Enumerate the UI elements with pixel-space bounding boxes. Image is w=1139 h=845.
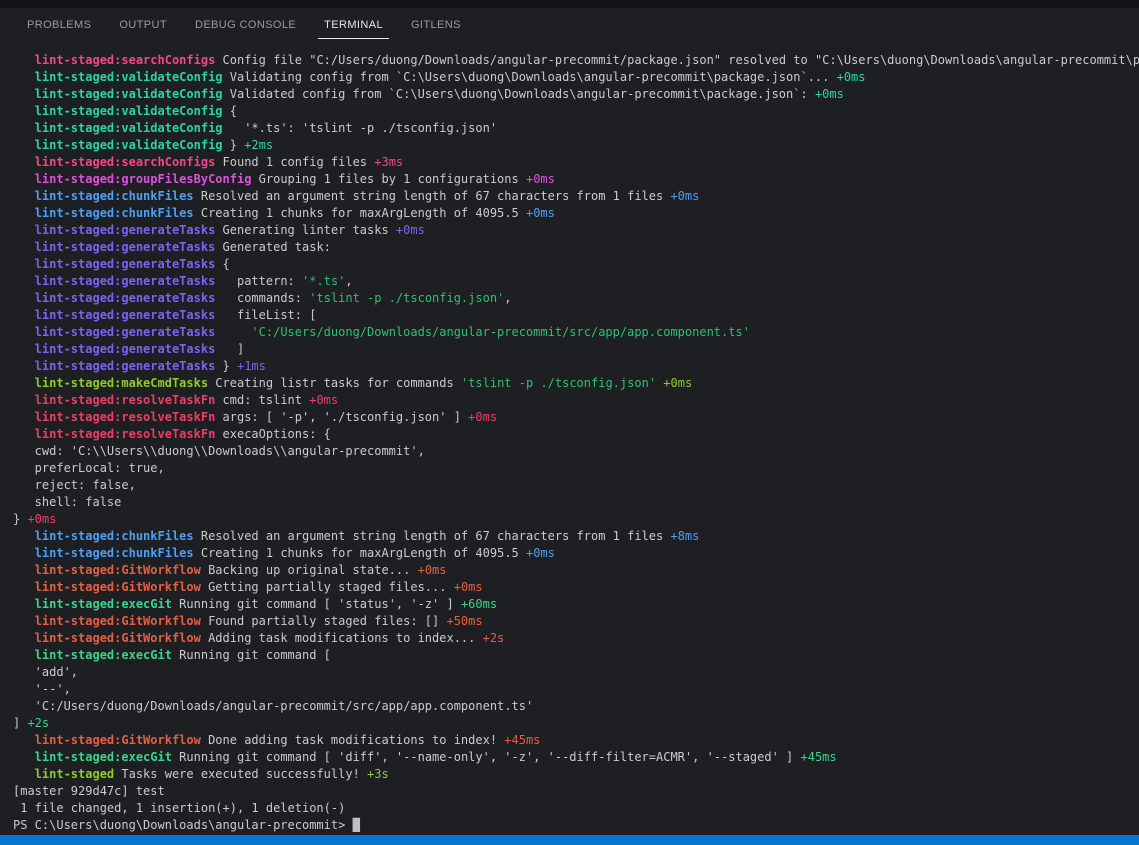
terminal-line: preferLocal: true, <box>13 461 165 475</box>
terminal-line: lint-staged:searchConfigs Found 1 config… <box>13 155 404 169</box>
terminal-line: 1 file changed, 1 insertion(+), 1 deleti… <box>13 801 346 815</box>
terminal-line: lint-staged:searchConfigs Config file "C… <box>13 53 1139 67</box>
terminal-line: PS C:\Users\duong\Downloads\angular-prec… <box>13 818 360 832</box>
terminal-line: lint-staged:validateConfig Validating co… <box>13 70 866 84</box>
terminal-line: lint-staged:generateTasks pattern: '*.ts… <box>13 274 353 288</box>
terminal-line: lint-staged:GitWorkflow Getting partiall… <box>13 580 483 594</box>
terminal-line: lint-staged:validateConfig '*.ts': 'tsli… <box>13 121 498 135</box>
terminal-line: lint-staged:generateTasks commands: 'tsl… <box>13 291 512 305</box>
terminal-line: lint-staged:generateTasks } +1ms <box>13 359 266 373</box>
tab-gitlens[interactable]: GITLENS <box>405 8 467 39</box>
terminal-line: lint-staged:resolveTaskFn cmd: tslint +0… <box>13 393 339 407</box>
terminal-line: lint-staged:GitWorkflow Backing up origi… <box>13 563 447 577</box>
terminal-line: [master 929d47c] test <box>13 784 165 798</box>
terminal-line: lint-staged:validateConfig { <box>13 104 237 118</box>
terminal-cursor: █ <box>352 818 360 832</box>
terminal-line: 'C:/Users/duong/Downloads/angular-precom… <box>13 699 534 713</box>
panel-tab-bar: PROBLEMS OUTPUT DEBUG CONSOLE TERMINAL G… <box>0 8 1139 44</box>
terminal-line: '--', <box>13 682 71 696</box>
terminal-line: 'add', <box>13 665 79 679</box>
terminal-line: lint-staged:GitWorkflow Found partially … <box>13 614 483 628</box>
terminal-line: lint-staged:generateTasks fileList: [ <box>13 308 317 322</box>
panel-top-border <box>0 0 1139 8</box>
terminal-line: lint-staged:chunkFiles Creating 1 chunks… <box>13 206 555 220</box>
terminal-line: lint-staged:generateTasks { <box>13 257 230 271</box>
terminal-line: reject: false, <box>13 478 136 492</box>
terminal-line: cwd: 'C:\\Users\\duong\\Downloads\\angul… <box>13 444 425 458</box>
terminal-line: lint-staged Tasks were executed successf… <box>13 767 389 781</box>
terminal-line: lint-staged:generateTasks 'C:/Users/duon… <box>13 325 750 339</box>
tab-debug-console[interactable]: DEBUG CONSOLE <box>189 8 302 39</box>
terminal-line: lint-staged:validateConfig } +2ms <box>13 138 274 152</box>
terminal-line: lint-staged:chunkFiles Creating 1 chunks… <box>13 546 555 560</box>
tab-problems[interactable]: PROBLEMS <box>21 8 97 39</box>
terminal-line: lint-staged:generateTasks Generated task… <box>13 240 331 254</box>
terminal-line: shell: false <box>13 495 122 509</box>
status-bar <box>0 835 1139 845</box>
terminal-line: lint-staged:validateConfig Validated con… <box>13 87 844 101</box>
terminal-line: lint-staged:GitWorkflow Done adding task… <box>13 733 541 747</box>
terminal-line: lint-staged:generateTasks ] <box>13 342 245 356</box>
terminal-line: lint-staged:resolveTaskFn execaOptions: … <box>13 427 331 441</box>
terminal-line: lint-staged:execGit Running git command … <box>13 648 331 662</box>
terminal-line: ] +2s <box>13 716 50 730</box>
terminal-line: } +0ms <box>13 512 57 526</box>
terminal-line: lint-staged:resolveTaskFn args: [ '-p', … <box>13 410 498 424</box>
terminal-line: lint-staged:chunkFiles Resolved an argum… <box>13 189 700 203</box>
tab-terminal[interactable]: TERMINAL <box>318 8 389 39</box>
terminal-line: lint-staged:chunkFiles Resolved an argum… <box>13 529 700 543</box>
terminal-line: lint-staged:generateTasks Generating lin… <box>13 223 425 237</box>
terminal-line: lint-staged:execGit Running git command … <box>13 597 498 611</box>
terminal-line: lint-staged:execGit Running git command … <box>13 750 837 764</box>
terminal-line: lint-staged:makeCmdTasks Creating listr … <box>13 376 693 390</box>
terminal-output[interactable]: lint-staged:searchConfigs Config file "C… <box>0 44 1139 835</box>
terminal-line: lint-staged:groupFilesByConfig Grouping … <box>13 172 555 186</box>
tab-output[interactable]: OUTPUT <box>113 8 173 39</box>
terminal-line: lint-staged:GitWorkflow Adding task modi… <box>13 631 505 645</box>
